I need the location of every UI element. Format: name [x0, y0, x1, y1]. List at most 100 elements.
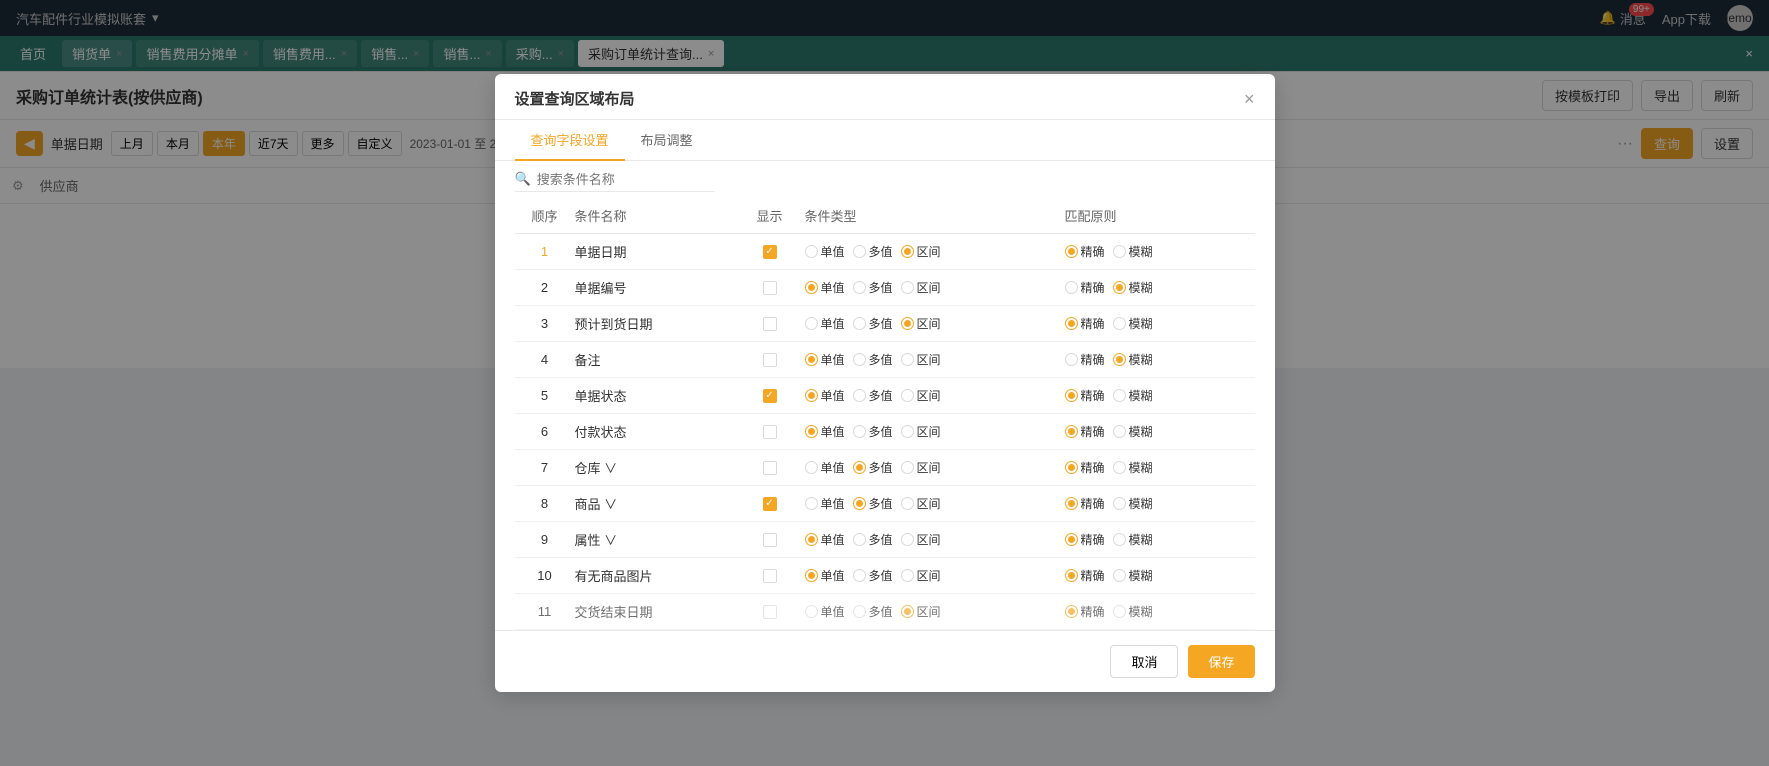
row-order: 5 — [515, 388, 575, 403]
radio-single-6[interactable]: 单值 — [805, 423, 845, 440]
radio-exact-5[interactable]: 精确 — [1065, 387, 1105, 404]
row-match-group-4: 精确 模糊 — [1065, 351, 1265, 368]
checkbox-display-11[interactable] — [763, 605, 777, 619]
checkbox-display-8[interactable] — [763, 497, 777, 511]
radio-single-7[interactable]: 单值 — [805, 459, 845, 476]
radio-range-6[interactable]: 区间 — [901, 423, 941, 440]
row-type-group-5: 单值 多值 区间 — [805, 387, 1065, 404]
table-row: 1 单据日期 单值 多值 区间 — [515, 234, 1255, 270]
radio-range-7[interactable]: 区间 — [901, 459, 941, 476]
radio-exact-2[interactable]: 精确 — [1065, 279, 1105, 296]
row-display[interactable] — [735, 281, 805, 295]
radio-fuzzy-10[interactable]: 模糊 — [1113, 567, 1153, 584]
radio-fuzzy-5[interactable]: 模糊 — [1113, 387, 1153, 404]
row-type-group-1: 单值 多值 区间 — [805, 243, 1065, 260]
row-name: 单据日期 — [575, 242, 735, 261]
radio-multi-11[interactable]: 多值 — [853, 603, 893, 620]
row-name: 预计到货日期 — [575, 314, 735, 333]
radio-single-10[interactable]: 单值 — [805, 567, 845, 584]
radio-single-2[interactable]: 单值 — [805, 279, 845, 296]
cancel-button[interactable]: 取消 — [1110, 645, 1178, 678]
save-button[interactable]: 保存 — [1188, 645, 1254, 678]
radio-range-9[interactable]: 区间 — [901, 531, 941, 548]
radio-range-1[interactable]: 区间 — [901, 243, 941, 260]
row-display[interactable] — [735, 317, 805, 331]
checkbox-display-7[interactable] — [763, 461, 777, 475]
radio-multi-7[interactable]: 多值 — [853, 459, 893, 476]
checkbox-display-10[interactable] — [763, 569, 777, 583]
table-row: 11 交货结束日期 单值 多值 区间 — [515, 594, 1255, 630]
checkbox-display-1[interactable] — [763, 245, 777, 259]
row-display[interactable] — [735, 497, 805, 511]
dialog-tab-fields[interactable]: 查询字段设置 — [515, 120, 625, 161]
radio-exact-11[interactable]: 精确 — [1065, 603, 1105, 620]
search-input[interactable] — [537, 172, 715, 187]
dialog-tab-layout[interactable]: 布局调整 — [625, 120, 709, 161]
radio-fuzzy-1[interactable]: 模糊 — [1113, 243, 1153, 260]
radio-fuzzy-8[interactable]: 模糊 — [1113, 495, 1153, 512]
radio-fuzzy-11[interactable]: 模糊 — [1113, 603, 1153, 620]
radio-single-5[interactable]: 单值 — [805, 387, 845, 404]
radio-fuzzy-2[interactable]: 模糊 — [1113, 279, 1153, 296]
radio-multi-3[interactable]: 多值 — [853, 315, 893, 332]
radio-range-2[interactable]: 区间 — [901, 279, 941, 296]
radio-range-10[interactable]: 区间 — [901, 567, 941, 584]
radio-single-11[interactable]: 单值 — [805, 603, 845, 620]
radio-exact-1[interactable]: 精确 — [1065, 243, 1105, 260]
radio-single-8[interactable]: 单值 — [805, 495, 845, 512]
radio-single-3[interactable]: 单值 — [805, 315, 845, 332]
radio-fuzzy-9[interactable]: 模糊 — [1113, 531, 1153, 548]
row-type-group-7: 单值 多值 区间 — [805, 459, 1065, 476]
radio-multi-4[interactable]: 多值 — [853, 351, 893, 368]
row-display[interactable] — [735, 389, 805, 403]
radio-multi-2[interactable]: 多值 — [853, 279, 893, 296]
radio-range-5[interactable]: 区间 — [901, 387, 941, 404]
radio-exact-10[interactable]: 精确 — [1065, 567, 1105, 584]
radio-multi-6[interactable]: 多值 — [853, 423, 893, 440]
row-display[interactable] — [735, 605, 805, 619]
radio-exact-6[interactable]: 精确 — [1065, 423, 1105, 440]
row-display[interactable] — [735, 353, 805, 367]
radio-multi-10[interactable]: 多值 — [853, 567, 893, 584]
checkbox-display-6[interactable] — [763, 425, 777, 439]
table-row: 2 单据编号 单值 多值 区间 — [515, 270, 1255, 306]
row-display[interactable] — [735, 461, 805, 475]
col-display-header: 显示 — [735, 206, 805, 225]
radio-exact-9[interactable]: 精确 — [1065, 531, 1105, 548]
radio-exact-3[interactable]: 精确 — [1065, 315, 1105, 332]
dialog-close-button[interactable]: × — [1244, 90, 1255, 108]
radio-multi-5[interactable]: 多值 — [853, 387, 893, 404]
radio-fuzzy-3[interactable]: 模糊 — [1113, 315, 1153, 332]
radio-range-8[interactable]: 区间 — [901, 495, 941, 512]
checkbox-display-4[interactable] — [763, 353, 777, 367]
row-display[interactable] — [735, 533, 805, 547]
radio-range-11[interactable]: 区间 — [901, 603, 941, 620]
row-name: 单据状态 — [575, 386, 735, 405]
radio-exact-4[interactable]: 精确 — [1065, 351, 1105, 368]
search-area: 🔍 — [495, 161, 1275, 198]
radio-multi-1[interactable]: 多值 — [853, 243, 893, 260]
radio-exact-8[interactable]: 精确 — [1065, 495, 1105, 512]
radio-single-9[interactable]: 单值 — [805, 531, 845, 548]
row-display[interactable] — [735, 569, 805, 583]
checkbox-display-2[interactable] — [763, 281, 777, 295]
radio-single-1[interactable]: 单值 — [805, 243, 845, 260]
col-order-header: 顺序 — [515, 206, 575, 225]
radio-range-4[interactable]: 区间 — [901, 351, 941, 368]
radio-fuzzy-7[interactable]: 模糊 — [1113, 459, 1153, 476]
radio-exact-7[interactable]: 精确 — [1065, 459, 1105, 476]
checkbox-display-9[interactable] — [763, 533, 777, 547]
radio-multi-9[interactable]: 多值 — [853, 531, 893, 548]
checkbox-display-5[interactable] — [763, 389, 777, 403]
radio-fuzzy-4[interactable]: 模糊 — [1113, 351, 1153, 368]
settings-dialog: 设置查询区域布局 × 查询字段设置 布局调整 🔍 顺序 条件名称 — [495, 74, 1275, 692]
row-name: 仓库 ∨ — [575, 458, 735, 477]
row-display[interactable] — [735, 425, 805, 439]
radio-range-3[interactable]: 区间 — [901, 315, 941, 332]
row-order: 1 — [515, 244, 575, 259]
radio-single-4[interactable]: 单值 — [805, 351, 845, 368]
row-display[interactable] — [735, 245, 805, 259]
radio-multi-8[interactable]: 多值 — [853, 495, 893, 512]
checkbox-display-3[interactable] — [763, 317, 777, 331]
radio-fuzzy-6[interactable]: 模糊 — [1113, 423, 1153, 440]
